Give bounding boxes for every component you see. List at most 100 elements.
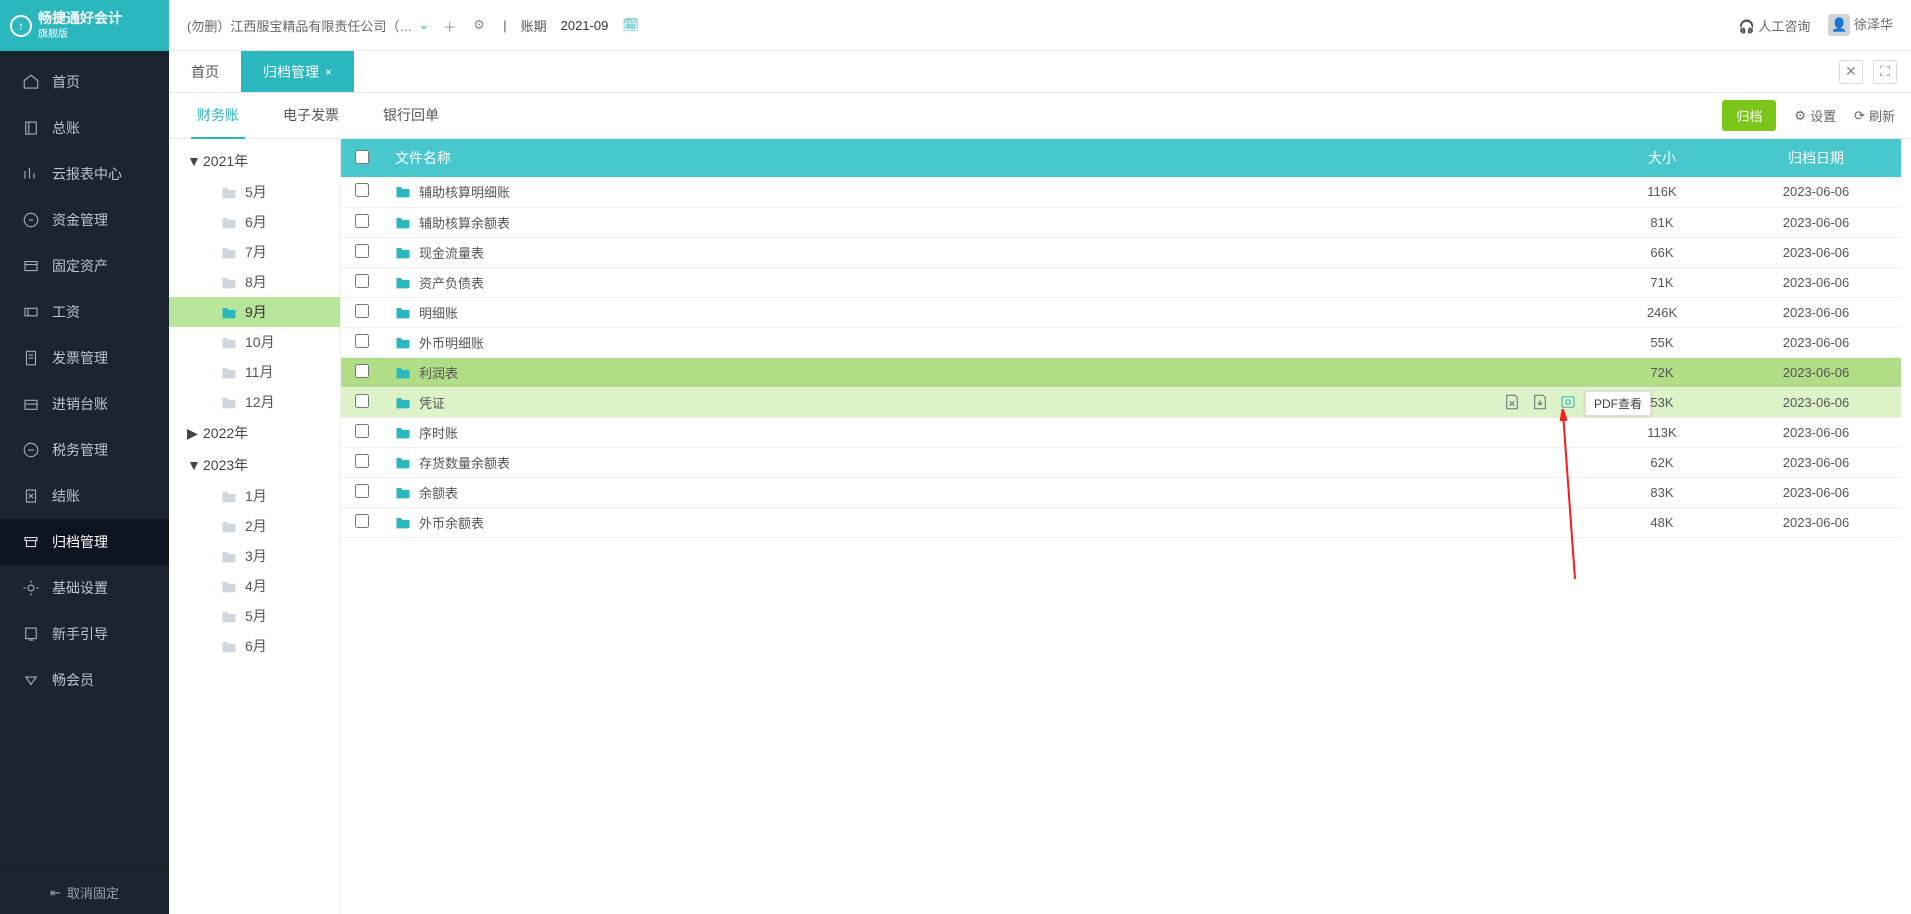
close-all-tabs-button[interactable]: ✕	[1839, 60, 1863, 84]
table-row[interactable]: 资产负债表 71K 2023-06-06	[341, 267, 1901, 297]
tree-month-0-3[interactable]: 8月	[169, 267, 340, 297]
nav-item-7[interactable]: 进销台账	[0, 381, 169, 427]
sub-tab-2[interactable]: 银行回单	[377, 93, 445, 139]
table-row[interactable]: 现金流量表 66K 2023-06-06	[341, 237, 1901, 267]
folder-icon	[395, 336, 411, 349]
nav-item-6[interactable]: 发票管理	[0, 335, 169, 381]
tree-month-0-5[interactable]: 10月	[169, 327, 340, 357]
sidebar-unpin-button[interactable]: ⇤ 取消固定	[0, 870, 169, 914]
tree-month-2-5[interactable]: 6月	[169, 631, 340, 661]
download-pdf-icon[interactable]	[1531, 393, 1549, 411]
row-checkbox[interactable]	[355, 514, 369, 528]
brand-title: 畅捷通好会计	[38, 11, 122, 26]
nav-item-10[interactable]: 归档管理	[0, 519, 169, 565]
settings-button[interactable]: ⚙ 设置	[1794, 106, 1836, 125]
sub-tab-0[interactable]: 财务账	[191, 93, 245, 139]
guide-icon	[22, 625, 40, 643]
nav-item-9[interactable]: 结账	[0, 473, 169, 519]
tree-month-0-0[interactable]: 5月	[169, 177, 340, 207]
archive-date: 2023-06-06	[1731, 237, 1901, 267]
table-row[interactable]: 辅助核算余额表 81K 2023-06-06	[341, 207, 1901, 237]
user-menu[interactable]: 👤 徐泽华	[1828, 14, 1893, 36]
sub-tab-1[interactable]: 电子发票	[277, 93, 345, 139]
nav-item-3[interactable]: 资金管理	[0, 197, 169, 243]
fullscreen-button[interactable]: ⛶	[1873, 60, 1897, 84]
folder-icon	[395, 516, 411, 529]
nav-item-4[interactable]: 固定资产	[0, 243, 169, 289]
nav-item-1[interactable]: 总账	[0, 105, 169, 151]
row-checkbox[interactable]	[355, 244, 369, 258]
company-selector[interactable]: (勿删）江西服宝精品有限责任公司（… ⌄	[187, 16, 429, 35]
table-row[interactable]: 外币余额表 48K 2023-06-06	[341, 507, 1901, 537]
nav-label: 资金管理	[52, 210, 108, 230]
tree-month-0-7[interactable]: 12月	[169, 387, 340, 417]
row-checkbox[interactable]	[355, 424, 369, 438]
archive-date: 2023-06-06	[1731, 417, 1901, 447]
nav-item-8[interactable]: 税务管理	[0, 427, 169, 473]
headset-icon: 🎧	[1739, 19, 1755, 34]
tree-year-2[interactable]: ▼2023年	[169, 449, 340, 481]
row-checkbox[interactable]	[355, 484, 369, 498]
archive-button[interactable]: 归档	[1722, 100, 1776, 131]
settings-icon	[22, 579, 40, 597]
table-row[interactable]: 余额表 83K 2023-06-06	[341, 477, 1901, 507]
add-company-button[interactable]: ＋	[443, 17, 459, 33]
page-tab-0[interactable]: 首页	[169, 51, 241, 92]
archive-date: 2023-06-06	[1731, 447, 1901, 477]
close-period-icon	[22, 487, 40, 505]
close-icon[interactable]: ×	[325, 65, 332, 79]
support-button[interactable]: 🎧 人工咨询	[1739, 16, 1811, 35]
view-pdf-icon[interactable]	[1559, 393, 1577, 411]
row-checkbox[interactable]	[355, 394, 369, 408]
tree-month-2-3[interactable]: 4月	[169, 571, 340, 601]
file-name: 外币明细账	[419, 333, 484, 352]
row-checkbox[interactable]	[355, 364, 369, 378]
tree-year-1[interactable]: ▶2022年	[169, 417, 340, 449]
file-name: 余额表	[419, 483, 458, 502]
nav-label: 总账	[52, 118, 80, 138]
period-value[interactable]: 2021-09	[561, 18, 609, 33]
file-name: 资产负债表	[419, 273, 484, 292]
member-icon	[22, 671, 40, 689]
nav-item-0[interactable]: 首页	[0, 59, 169, 105]
refresh-button[interactable]: ⟳ 刷新	[1854, 106, 1895, 125]
nav-item-2[interactable]: 云报表中心	[0, 151, 169, 197]
table-row[interactable]: 明细账 246K 2023-06-06	[341, 297, 1901, 327]
folder-icon	[221, 640, 237, 653]
nav-item-11[interactable]: 基础设置	[0, 565, 169, 611]
page-tab-1[interactable]: 归档管理×	[241, 51, 354, 92]
table-row[interactable]: 序时账 113K 2023-06-06	[341, 417, 1901, 447]
tree-month-2-1[interactable]: 2月	[169, 511, 340, 541]
col-size: 大小	[1593, 139, 1731, 177]
nav-item-13[interactable]: 畅会员	[0, 657, 169, 703]
inventory-icon	[22, 395, 40, 413]
row-checkbox[interactable]	[355, 454, 369, 468]
row-checkbox[interactable]	[355, 274, 369, 288]
row-checkbox[interactable]	[355, 304, 369, 318]
tree-month-0-1[interactable]: 6月	[169, 207, 340, 237]
tree-month-2-0[interactable]: 1月	[169, 481, 340, 511]
table-row[interactable]: 存货数量余额表 62K 2023-06-06	[341, 447, 1901, 477]
row-checkbox[interactable]	[355, 334, 369, 348]
tree-month-2-2[interactable]: 3月	[169, 541, 340, 571]
nav-item-12[interactable]: 新手引导	[0, 611, 169, 657]
nav-item-5[interactable]: 工资	[0, 289, 169, 335]
table-row[interactable]: 利润表 72K 2023-06-06	[341, 357, 1901, 387]
chart-icon	[22, 165, 40, 183]
calendar-icon[interactable]: 🗓	[622, 17, 638, 33]
row-checkbox[interactable]	[355, 214, 369, 228]
folder-icon	[395, 426, 411, 439]
table-row[interactable]: 凭证 53K 2023-06-06	[341, 387, 1901, 417]
tree-month-0-4[interactable]: 9月	[169, 297, 340, 327]
tree-year-0[interactable]: ▼2021年	[169, 145, 340, 177]
row-checkbox[interactable]	[355, 183, 369, 197]
folder-icon	[221, 520, 237, 533]
table-row[interactable]: 辅助核算明细账 116K 2023-06-06	[341, 177, 1901, 207]
tree-month-2-4[interactable]: 5月	[169, 601, 340, 631]
select-all-checkbox[interactable]	[355, 150, 369, 164]
tree-month-0-6[interactable]: 11月	[169, 357, 340, 387]
download-excel-icon[interactable]	[1503, 393, 1521, 411]
table-row[interactable]: 外币明细账 55K 2023-06-06	[341, 327, 1901, 357]
tree-month-0-2[interactable]: 7月	[169, 237, 340, 267]
company-settings-button[interactable]: ⚙	[473, 17, 489, 33]
